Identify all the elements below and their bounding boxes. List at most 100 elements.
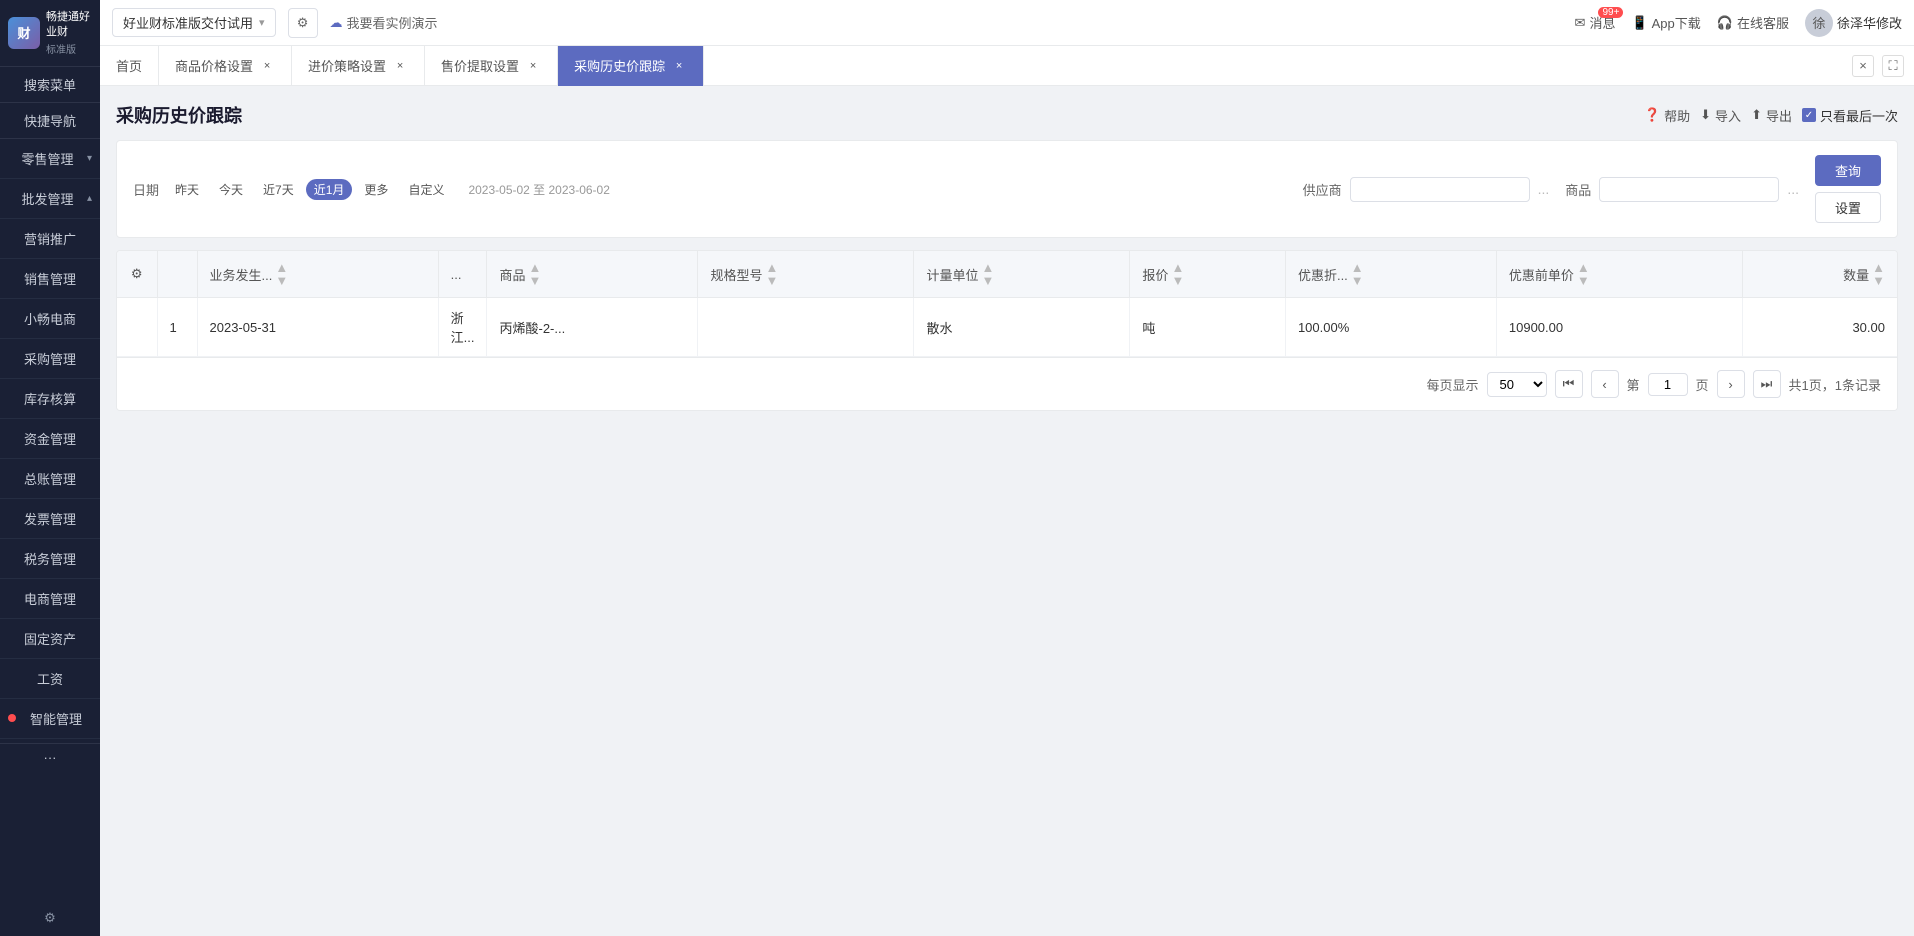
sidebar-item-salary[interactable]: 工资 (0, 659, 100, 699)
sidebar-nav-item-extra[interactable]: ··· (0, 743, 100, 771)
close-icon[interactable]: × (392, 58, 408, 74)
query-button[interactable]: 查询 (1815, 155, 1881, 186)
col-unit[interactable]: 计量单位 ▲▼ (914, 251, 1130, 298)
sidebar-item-wholesale[interactable]: 批发管理 ▴ (0, 179, 100, 219)
sort-icon: ▲▼ (1171, 261, 1184, 287)
sidebar-search[interactable]: 搜索菜单 (0, 67, 100, 103)
sidebar-item-inventory[interactable]: 库存核算 (0, 379, 100, 419)
col-dots-label: ... (451, 267, 462, 282)
user-info[interactable]: 徐 徐泽华修改 (1805, 9, 1902, 37)
page-header: 采购历史价跟踪 ❓ 帮助 ⬇ 导入 ⬆ 导出 ✓ 只看最后一次 (116, 102, 1898, 128)
next-page-btn[interactable]: › (1717, 370, 1745, 398)
last-page-btn[interactable]: ⏭ (1753, 370, 1781, 398)
goods-input[interactable] (1599, 177, 1779, 202)
sidebar-item-ecommerce-small[interactable]: 小畅电商 (0, 299, 100, 339)
supplier-label: 供应商 (1303, 180, 1342, 199)
tabbar-right: × ⛶ (1842, 55, 1914, 77)
col-goods[interactable]: 商品 ▲▼ (487, 251, 698, 298)
sidebar-item-tax[interactable]: 税务管理 (0, 539, 100, 579)
export-btn[interactable]: ⬆ 导出 (1751, 106, 1792, 125)
tab-close-btn[interactable]: × (1852, 55, 1874, 77)
row-supplier: 浙江... (438, 298, 487, 357)
tab-strategy[interactable]: 进价策略设置 × (292, 46, 425, 86)
sidebar-item-label: 固定资产 (8, 629, 92, 648)
sidebar-item-label: 零售管理 (8, 149, 87, 168)
col-discount[interactable]: 优惠折... ▲▼ (1285, 251, 1496, 298)
help-btn[interactable]: ❓ 帮助 (1644, 106, 1690, 125)
topbar-settings-btn[interactable]: ⚙ (288, 8, 318, 38)
first-page-btn[interactable]: ⏮ (1555, 370, 1583, 398)
date-option-more[interactable]: 更多 (356, 179, 396, 200)
sidebar-settings-btn[interactable]: ⚙ (0, 900, 100, 936)
online-service-label: 在线客服 (1737, 13, 1789, 32)
date-option-today[interactable]: 今天 (211, 179, 251, 200)
sidebar-item-label: 小畅电商 (8, 309, 92, 328)
phone-icon: 📱 (1631, 15, 1647, 31)
version-selector[interactable]: 好业财标准版交付试用 ▾ (112, 8, 276, 37)
sidebar-item-label: 工资 (8, 669, 92, 688)
import-btn[interactable]: ⬇ 导入 (1700, 106, 1741, 125)
goods-dots-btn[interactable]: ... (1787, 181, 1799, 197)
supplier-input[interactable] (1350, 177, 1530, 202)
per-page-select[interactable]: 20 50 100 (1487, 372, 1547, 397)
sidebar-item-label: 库存核算 (8, 389, 92, 408)
chevron-up-icon: ▴ (87, 193, 92, 204)
col-quantity[interactable]: 数量 ▲▼ (1743, 251, 1897, 298)
tab-sale-price[interactable]: 售价提取设置 × (425, 46, 558, 86)
sidebar-item-fixed-assets[interactable]: 固定资产 (0, 619, 100, 659)
date-option-custom[interactable]: 自定义 (400, 179, 452, 200)
col-dots[interactable]: ... (438, 251, 487, 298)
close-icon[interactable]: × (259, 58, 275, 74)
page-number-input[interactable] (1648, 373, 1688, 396)
import-label: 导入 (1715, 106, 1741, 125)
app-download-btn[interactable]: 📱 App下载 (1631, 13, 1700, 32)
col-spec[interactable]: 规格型号 ▲▼ (698, 251, 914, 298)
headset-icon: 🎧 (1717, 15, 1733, 31)
avatar-text: 徐 (1812, 13, 1825, 32)
notifications-btn[interactable]: ✉ 消息 99+ (1575, 13, 1616, 32)
tab-home[interactable]: 首页 (100, 46, 159, 86)
dot-icon (8, 714, 16, 722)
tab-history-price[interactable]: 采购历史价跟踪 × (558, 46, 704, 86)
sidebar-item-marketing[interactable]: 营销推广 (0, 219, 100, 259)
table-row[interactable]: 1 2023-05-31 浙江... 丙烯酸-2-... 散水 吨 100.00… (117, 298, 1897, 357)
sidebar-item-ledger[interactable]: 总账管理 (0, 459, 100, 499)
sidebar-item-label: 采购管理 (8, 349, 92, 368)
import-icon: ⬇ (1700, 107, 1711, 123)
close-icon[interactable]: × (671, 58, 687, 74)
row-date: 2023-05-31 (197, 298, 438, 357)
sidebar-item-finance[interactable]: 资金管理 (0, 419, 100, 459)
sidebar-item-ecommerce[interactable]: 电商管理 (0, 579, 100, 619)
page-total-info: 共1页，1条记录 (1789, 375, 1881, 394)
sidebar-item-retail[interactable]: 零售管理 ▾ (0, 139, 100, 179)
settings-button[interactable]: 设置 (1815, 192, 1881, 223)
sidebar-item-smart[interactable]: 智能管理 (0, 699, 100, 739)
supplier-filter-group: 供应商 ... (1303, 177, 1550, 202)
tab-price[interactable]: 商品价格设置 × (159, 46, 292, 86)
date-option-1month[interactable]: 近1月 (306, 179, 353, 200)
col-settings[interactable]: ⚙ (117, 251, 157, 298)
sidebar-item-sales[interactable]: 销售管理 (0, 259, 100, 299)
row-pre-discount-price: 10900.00 (1496, 298, 1742, 357)
sort-icon: ▲▼ (1351, 261, 1364, 287)
sidebar-item-purchase[interactable]: 采购管理 (0, 339, 100, 379)
only-last-checkbox[interactable]: ✓ 只看最后一次 (1802, 106, 1898, 125)
chevron-down-icon: ▾ (259, 16, 265, 29)
prev-page-btn[interactable]: ‹ (1591, 370, 1619, 398)
user-name: 徐泽华修改 (1837, 13, 1902, 32)
close-icon[interactable]: × (525, 58, 541, 74)
online-service-btn[interactable]: 🎧 在线客服 (1717, 13, 1789, 32)
tab-expand-btn[interactable]: ⛶ (1882, 55, 1904, 77)
sidebar-quick-nav[interactable]: 快捷导航 (0, 103, 100, 139)
col-date[interactable]: 业务发生... ▲▼ (197, 251, 438, 298)
sidebar-item-invoice[interactable]: 发票管理 (0, 499, 100, 539)
supplier-dots-btn[interactable]: ... (1538, 181, 1550, 197)
col-quote[interactable]: 报价 ▲▼ (1130, 251, 1286, 298)
demo-btn[interactable]: ☁ 我要看实例演示 (330, 13, 438, 32)
col-pre-discount-price[interactable]: 优惠前单价 ▲▼ (1496, 251, 1742, 298)
date-option-7days[interactable]: 近7天 (255, 179, 302, 200)
date-option-yesterday[interactable]: 昨天 (167, 179, 207, 200)
sidebar: 财 畅捷通好业财 标准版 搜索菜单 快捷导航 零售管理 ▾ 批发管理 ▴ 营销推… (0, 0, 100, 936)
col-unit-label: 计量单位 (926, 265, 978, 284)
sort-icon: ▲▼ (275, 261, 288, 287)
